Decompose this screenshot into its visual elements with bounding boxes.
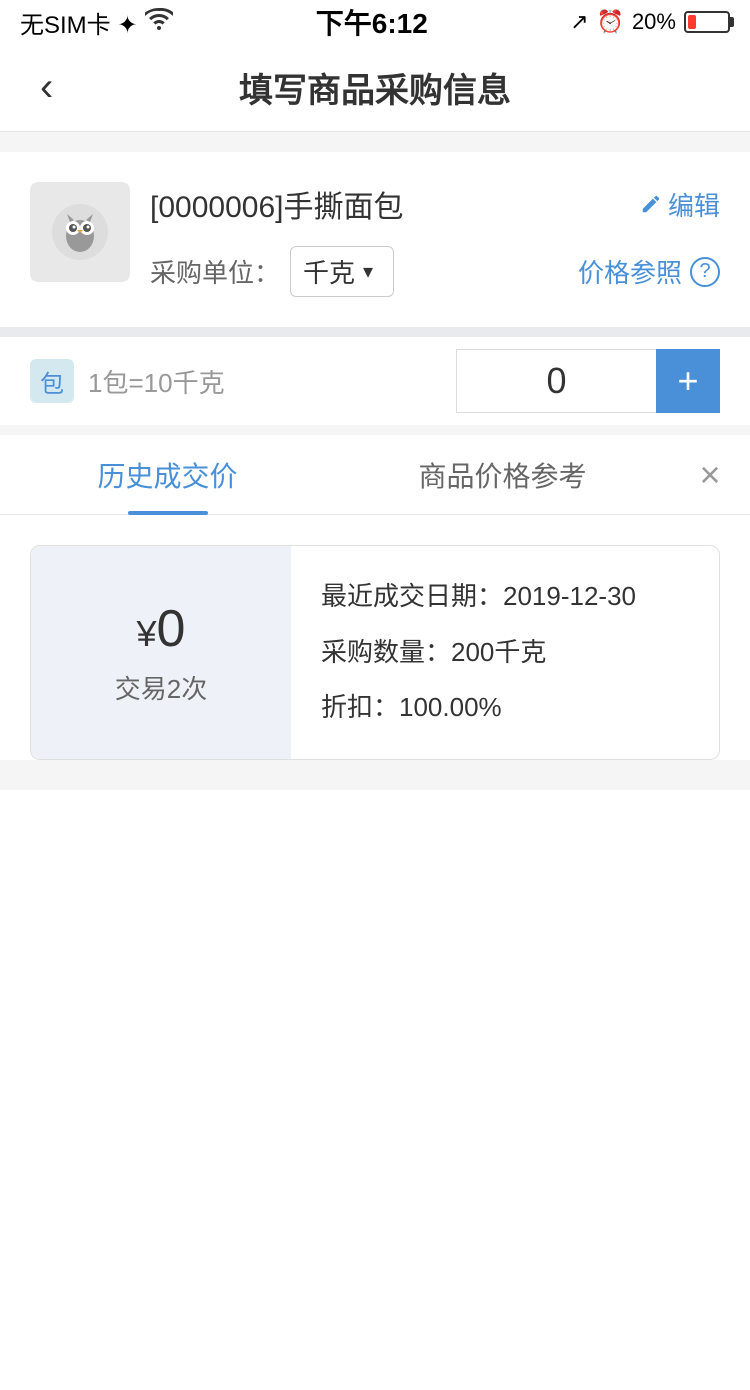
unit-label: 采购单位： (150, 253, 280, 290)
battery-icon (684, 11, 730, 33)
unit-row: 采购单位： 千克 ▾ 价格参照 ? (150, 246, 720, 297)
tab-price-ref-label: 商品价格参考 (418, 455, 586, 495)
tab-bar: 历史成交价 商品价格参考 × (0, 435, 750, 515)
carrier-text: 无SIM卡 ✦ (20, 5, 137, 40)
quantity-label-group: 包 1包=10千克 (30, 359, 225, 403)
quantity-input[interactable] (456, 349, 656, 413)
recent-date-row: 最近成交日期：2019-12-30 (321, 576, 689, 618)
location-icon: ↗ (570, 9, 588, 35)
edit-icon (640, 193, 662, 215)
product-card: [0000006]手撕面包 编辑 采购单位： 千克 ▾ 价格 (0, 152, 750, 327)
price-value: 0 (157, 600, 186, 658)
product-name-row: [0000006]手撕面包 编辑 (150, 182, 720, 226)
tab-price-reference[interactable]: 商品价格参考 (335, 435, 670, 515)
quantity-input-group: + (456, 349, 720, 413)
trade-count: 交易2次 (115, 669, 207, 706)
tab-close-button[interactable]: × (670, 435, 750, 515)
page-title: 填写商品采购信息 (239, 63, 511, 112)
status-bar: 无SIM卡 ✦ 下午6:12 ↗ ⏰ 20% (0, 0, 750, 44)
alarm-icon: ⏰ (597, 9, 624, 35)
nav-bar: ‹ 填写商品采购信息 (0, 44, 750, 132)
tab-history-price[interactable]: 历史成交价 (0, 435, 335, 515)
tab-history-label: 历史成交价 (97, 455, 237, 495)
status-right: ↗ ⏰ 20% (570, 9, 730, 35)
price-card: ¥0 交易2次 最近成交日期：2019-12-30 采购数量：200千克 折扣：… (30, 545, 720, 760)
tab-active-indicator (128, 511, 208, 515)
status-left: 无SIM卡 ✦ (20, 5, 173, 40)
time-display: 下午6:12 (316, 2, 428, 42)
discount-row: 折扣：100.00% (321, 687, 689, 729)
price-summary: ¥0 交易2次 (31, 546, 291, 759)
unit-select-dropdown[interactable]: 千克 ▾ (290, 246, 394, 297)
currency-symbol: ¥ (137, 613, 157, 654)
price-amount: ¥0 (137, 599, 186, 659)
bottom-space (0, 790, 750, 1390)
battery-percent: 20% (632, 9, 676, 35)
price-reference-button[interactable]: 价格参照 ? (578, 253, 720, 290)
product-header: [0000006]手撕面包 编辑 采购单位： 千克 ▾ 价格 (30, 182, 720, 297)
edit-button[interactable]: 编辑 (640, 186, 720, 223)
dropdown-arrow-icon: ▾ (363, 259, 373, 284)
purchase-qty-row: 采购数量：200千克 (321, 632, 689, 674)
tab-section: 历史成交价 商品价格参考 × ¥0 交易2次 最近成交日期：2019-12-30… (0, 435, 750, 760)
bag-conversion-label: 1包=10千克 (88, 363, 225, 400)
info-icon: ? (690, 257, 720, 287)
product-info: [0000006]手撕面包 编辑 采购单位： 千克 ▾ 价格 (150, 182, 720, 297)
wifi-icon (145, 8, 173, 37)
price-ref-label: 价格参照 (578, 253, 682, 290)
product-name: [0000006]手撕面包 (150, 182, 403, 226)
bag-unit-icon: 包 (30, 359, 74, 403)
price-details: 最近成交日期：2019-12-30 采购数量：200千克 折扣：100.00% (291, 546, 719, 759)
section-divider (0, 327, 750, 337)
plus-button[interactable]: + (656, 349, 720, 413)
product-image (30, 182, 130, 282)
back-button[interactable]: ‹ (30, 55, 63, 120)
product-logo-icon (50, 202, 110, 262)
quantity-row: 包 1包=10千克 + (0, 337, 750, 425)
unit-value: 千克 (303, 253, 355, 290)
